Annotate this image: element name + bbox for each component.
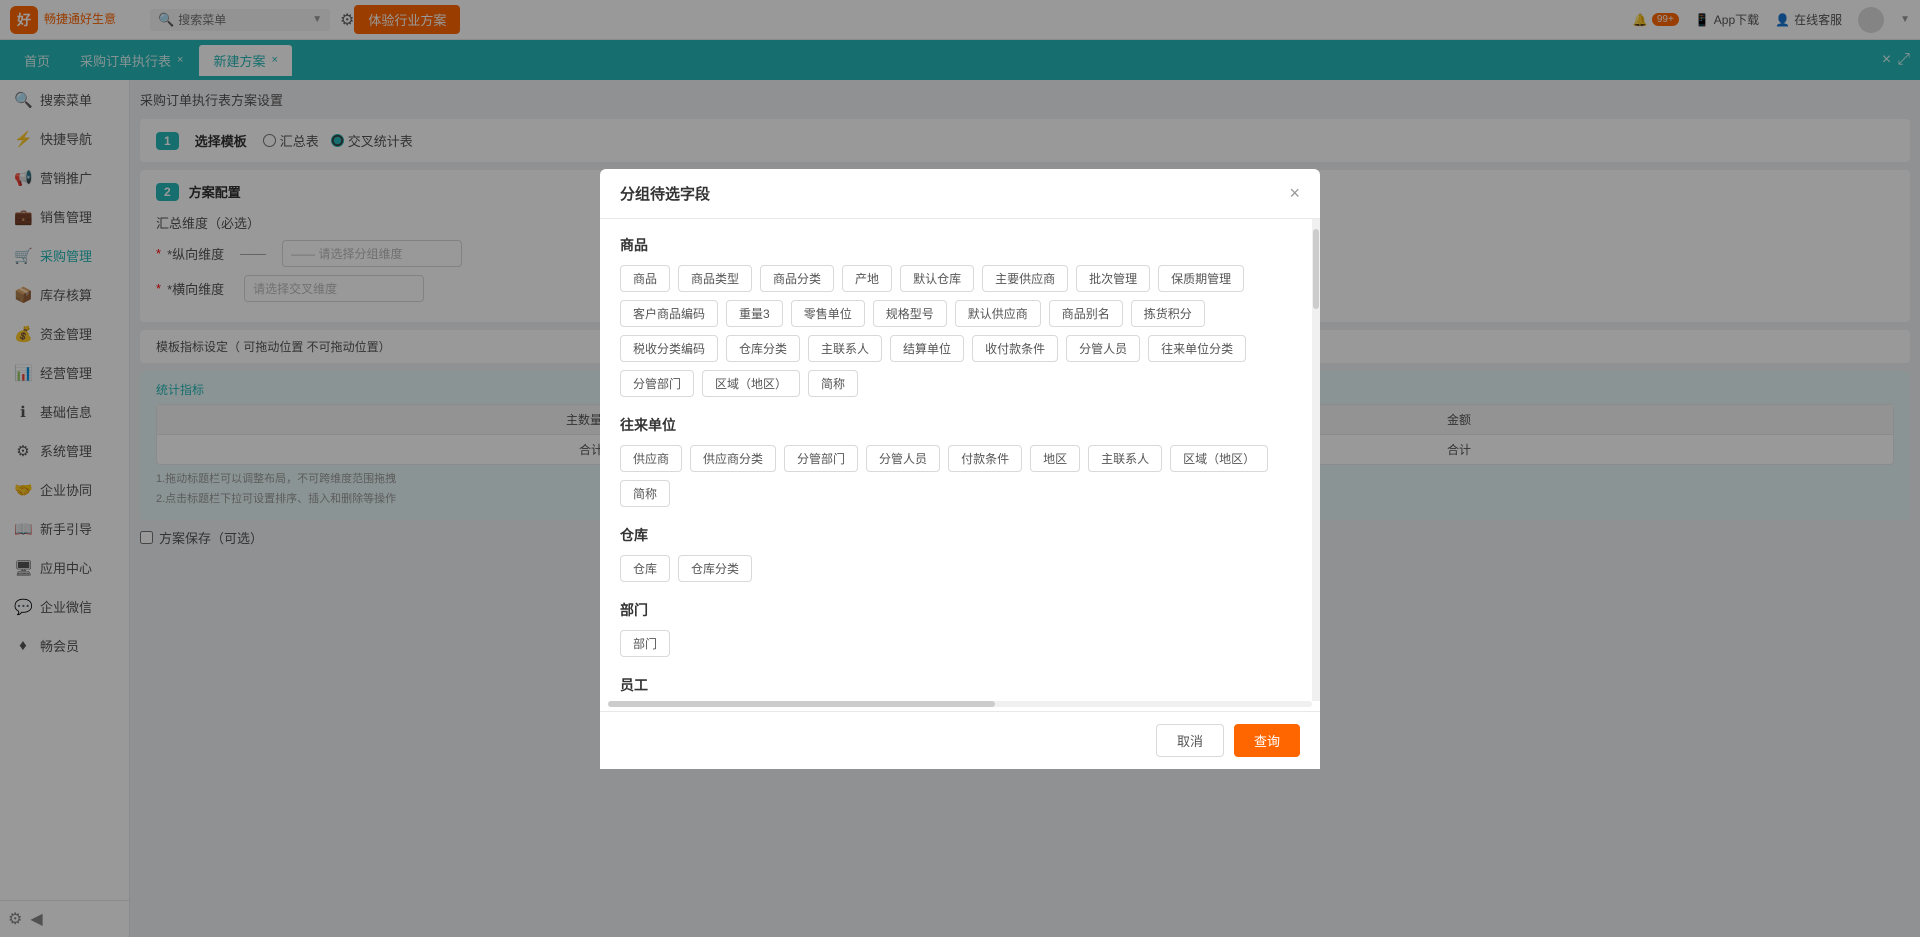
field-tag[interactable]: 默认供应商 bbox=[955, 300, 1041, 327]
modal-hscroll[interactable] bbox=[608, 701, 1312, 707]
field-tag[interactable]: 默认仓库 bbox=[900, 265, 974, 292]
field-tag[interactable]: 拣货积分 bbox=[1131, 300, 1205, 327]
field-tag[interactable]: 分管部门 bbox=[620, 370, 694, 397]
product-fields: 商品 商品类型 商品分类 产地 默认仓库 主要供应商 批次管理 保质期管理 客户… bbox=[620, 265, 1300, 397]
modal-dialog: 分组待选字段 × 商品 商品 商品类型 商品分类 产地 默认仓库 主要供应商 批… bbox=[600, 169, 1320, 769]
field-tag[interactable]: 产地 bbox=[842, 265, 892, 292]
field-tag[interactable]: 仓库 bbox=[620, 555, 670, 582]
field-tag[interactable]: 商品别名 bbox=[1049, 300, 1123, 327]
field-tag[interactable]: 仓库分类 bbox=[678, 555, 752, 582]
field-tag[interactable]: 商品分类 bbox=[760, 265, 834, 292]
modal-footer: 取消 查询 bbox=[600, 711, 1320, 769]
section-partner: 往来单位 供应商 供应商分类 分管部门 分管人员 付款条件 地区 主联系人 区域… bbox=[620, 415, 1300, 507]
field-tag[interactable]: 供应商 bbox=[620, 445, 682, 472]
section-title-department: 部门 bbox=[620, 600, 1300, 620]
warehouse-fields: 仓库 仓库分类 bbox=[620, 555, 1300, 582]
field-tag[interactable]: 主要供应商 bbox=[982, 265, 1068, 292]
modal-body[interactable]: 商品 商品 商品类型 商品分类 产地 默认仓库 主要供应商 批次管理 保质期管理… bbox=[600, 219, 1320, 701]
section-warehouse: 仓库 仓库 仓库分类 bbox=[620, 525, 1300, 582]
section-title-product: 商品 bbox=[620, 235, 1300, 255]
section-employee: 员工 业务员 bbox=[620, 675, 1300, 701]
cancel-button[interactable]: 取消 bbox=[1156, 724, 1224, 757]
field-tag[interactable]: 区域（地区） bbox=[1170, 445, 1268, 472]
field-tag[interactable]: 地区 bbox=[1030, 445, 1080, 472]
field-tag[interactable]: 主联系人 bbox=[808, 335, 882, 362]
field-tag[interactable]: 仓库分类 bbox=[726, 335, 800, 362]
modal-title: 分组待选字段 bbox=[620, 183, 710, 204]
modal-hscroll-thumb bbox=[608, 701, 995, 707]
field-tag[interactable]: 分管部门 bbox=[784, 445, 858, 472]
partner-fields: 供应商 供应商分类 分管部门 分管人员 付款条件 地区 主联系人 区域（地区） … bbox=[620, 445, 1300, 507]
field-tag[interactable]: 收付款条件 bbox=[972, 335, 1058, 362]
section-title-employee: 员工 bbox=[620, 675, 1300, 695]
section-title-partner: 往来单位 bbox=[620, 415, 1300, 435]
modal-overlay: 分组待选字段 × 商品 商品 商品类型 商品分类 产地 默认仓库 主要供应商 批… bbox=[0, 0, 1920, 937]
field-tag[interactable]: 客户商品编码 bbox=[620, 300, 718, 327]
field-tag[interactable]: 简称 bbox=[620, 480, 670, 507]
field-tag[interactable]: 付款条件 bbox=[948, 445, 1022, 472]
field-tag[interactable]: 零售单位 bbox=[791, 300, 865, 327]
field-tag[interactable]: 规格型号 bbox=[873, 300, 947, 327]
field-tag[interactable]: 结算单位 bbox=[890, 335, 964, 362]
field-tag[interactable]: 保质期管理 bbox=[1158, 265, 1244, 292]
modal-header: 分组待选字段 × bbox=[600, 169, 1320, 219]
field-tag[interactable]: 商品类型 bbox=[678, 265, 752, 292]
field-tag[interactable]: 简称 bbox=[808, 370, 858, 397]
department-fields: 部门 bbox=[620, 630, 1300, 657]
section-title-warehouse: 仓库 bbox=[620, 525, 1300, 545]
modal-close-button[interactable]: × bbox=[1289, 183, 1300, 204]
section-department: 部门 部门 bbox=[620, 600, 1300, 657]
field-tag[interactable]: 往来单位分类 bbox=[1148, 335, 1246, 362]
confirm-button[interactable]: 查询 bbox=[1234, 724, 1300, 757]
field-tag[interactable]: 批次管理 bbox=[1076, 265, 1150, 292]
section-product: 商品 商品 商品类型 商品分类 产地 默认仓库 主要供应商 批次管理 保质期管理… bbox=[620, 235, 1300, 397]
field-tag[interactable]: 供应商分类 bbox=[690, 445, 776, 472]
field-tag[interactable]: 重量3 bbox=[726, 300, 783, 327]
field-tag[interactable]: 商品 bbox=[620, 265, 670, 292]
modal-scrollbar-thumb bbox=[1313, 229, 1319, 309]
modal-scrollbar-track[interactable] bbox=[1312, 219, 1320, 701]
field-tag[interactable]: 区域（地区） bbox=[702, 370, 800, 397]
field-tag[interactable]: 部门 bbox=[620, 630, 670, 657]
field-tag[interactable]: 税收分类编码 bbox=[620, 335, 718, 362]
field-tag[interactable]: 分管人员 bbox=[1066, 335, 1140, 362]
field-tag[interactable]: 分管人员 bbox=[866, 445, 940, 472]
field-tag[interactable]: 主联系人 bbox=[1088, 445, 1162, 472]
